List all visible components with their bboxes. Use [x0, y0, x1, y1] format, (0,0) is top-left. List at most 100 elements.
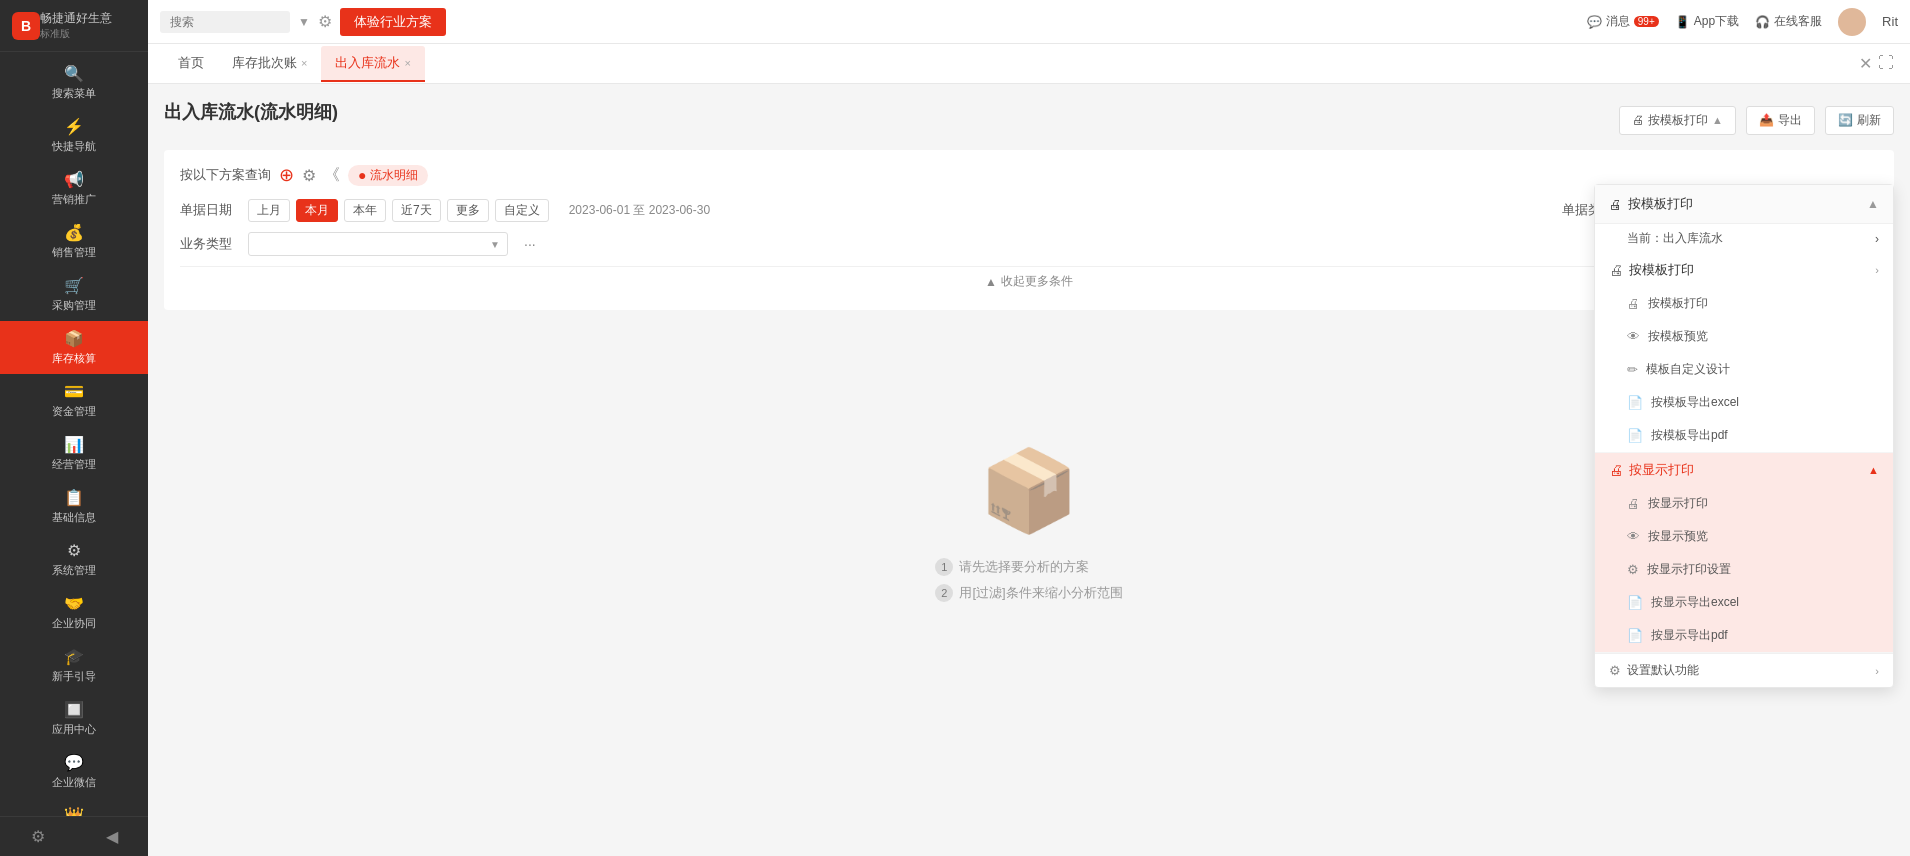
sidebar-item-inventory[interactable]: 📦库存核算 [0, 321, 148, 374]
dpi-icon: 🖨 [1627, 496, 1640, 511]
display-preview-item[interactable]: 👁 按显示预览 [1595, 520, 1893, 553]
tprev-icon: 👁 [1627, 329, 1640, 344]
biz-type-label: 业务类型 [180, 235, 232, 253]
set-default-button[interactable]: ⚙ 设置默认功能 [1609, 662, 1699, 679]
current-label: 当前：出入库流水 [1627, 230, 1723, 247]
sidebar: B 畅捷通好生意 标准版 🔍搜索菜单⚡快捷导航📢营销推广💰销售管理🛒采购管理📦库… [0, 0, 148, 856]
sidebar-item-operations[interactable]: 📊经营管理 [0, 427, 148, 480]
sidebar-item-purchase[interactable]: 🛒采购管理 [0, 268, 148, 321]
template-print-item[interactable]: 🖨 按模板打印 [1595, 287, 1893, 320]
template-preview-item[interactable]: 👁 按模板预览 [1595, 320, 1893, 353]
tab-flow[interactable]: 出入库流水 × [321, 46, 424, 82]
tpi-label: 按模板打印 [1648, 295, 1708, 312]
filter-header: 按以下方案查询 ⊕ ⚙ 《 ● 流水明细 [180, 164, 1878, 186]
dset-label: 按显示打印设置 [1647, 561, 1731, 578]
sidebar-item-basic[interactable]: 📋基础信息 [0, 480, 148, 533]
dropdown-header-arrow[interactable]: ▲ [1867, 197, 1879, 211]
app-download-label: App下载 [1694, 13, 1739, 30]
template-export-pdf-item[interactable]: 📄 按模板导出pdf [1595, 419, 1893, 452]
dprev-label: 按显示预览 [1648, 528, 1708, 545]
sidebar-label-collab: 企业协同 [52, 616, 96, 631]
tab-close-batch[interactable]: × [301, 57, 307, 69]
topbar: ▼ ⚙ 体验行业方案 💬 消息 99+ 📱 App下载 🎧 在线客服 Rit [148, 0, 1910, 44]
wechat-icon: 💬 [64, 753, 84, 772]
customer-service-button[interactable]: 🎧 在线客服 [1755, 13, 1822, 30]
settings-icon[interactable]: ⚙ [318, 12, 332, 31]
sidebar-item-quicknav[interactable]: ⚡快捷导航 [0, 109, 148, 162]
sidebar-item-collab[interactable]: 🤝企业协同 [0, 586, 148, 639]
date-btn-this_year[interactable]: 本年 [344, 199, 386, 222]
sidebar-item-guide[interactable]: 🎓新手引导 [0, 639, 148, 692]
display-print-item[interactable]: 🖨 按显示打印 [1595, 487, 1893, 520]
date-btn-last_month[interactable]: 上月 [248, 199, 290, 222]
set-default-icon: ⚙ [1609, 663, 1621, 678]
print-icon: 🖨 [1632, 113, 1644, 127]
sidebar-item-member[interactable]: 👑畅会员 [0, 798, 148, 816]
print-arrow-icon: ▲ [1712, 114, 1723, 126]
biz-type-select[interactable] [248, 232, 508, 256]
customer-service-icon: 🎧 [1755, 15, 1770, 29]
filter-collapse-icon[interactable]: 《 [324, 165, 340, 186]
sidebar-label-basic: 基础信息 [52, 510, 96, 525]
sidebar-item-system[interactable]: ⚙系统管理 [0, 533, 148, 586]
sidebar-item-marketing[interactable]: 📢营销推广 [0, 162, 148, 215]
search-dropdown-icon[interactable]: ▼ [298, 15, 310, 29]
sidebar-collapse-icon[interactable]: ◀ [106, 827, 118, 846]
marketing-icon: 📢 [64, 170, 84, 189]
set-default-label: 设置默认功能 [1627, 662, 1699, 679]
sidebar-settings-icon[interactable]: ⚙ [31, 827, 45, 846]
trial-button[interactable]: 体验行业方案 [340, 8, 446, 36]
sidebar-item-wechat[interactable]: 💬企业微信 [0, 745, 148, 798]
refresh-button[interactable]: 🔄 刷新 [1825, 106, 1894, 135]
dropdown-title: 🖨 按模板打印 [1609, 195, 1693, 213]
display-print-settings-item[interactable]: ⚙ 按显示打印设置 [1595, 553, 1893, 586]
sidebar-item-appcenter[interactable]: 🔲应用中心 [0, 692, 148, 745]
biz-type-more-icon[interactable]: ··· [524, 236, 536, 252]
app-download-button[interactable]: 📱 App下载 [1675, 13, 1739, 30]
tabs-bar: 首页库存批次账 ×出入库流水 × ✕ ⛶ [148, 44, 1910, 84]
customer-service-label: 在线客服 [1774, 13, 1822, 30]
sidebar-label-search: 搜索菜单 [52, 86, 96, 101]
user-avatar[interactable] [1838, 8, 1866, 36]
tab-home[interactable]: 首页 [164, 46, 218, 82]
sidebar-item-finance[interactable]: 💳资金管理 [0, 374, 148, 427]
dropdown-header: 🖨 按模板打印 ▲ [1595, 185, 1893, 224]
close-all-tabs-icon[interactable]: ✕ [1859, 54, 1872, 73]
dexcel-label: 按显示导出excel [1651, 594, 1739, 611]
messages-button[interactable]: 💬 消息 99+ [1587, 13, 1659, 30]
sidebar-item-search[interactable]: 🔍搜索菜单 [0, 56, 148, 109]
template-print-section-header[interactable]: 🖨 按模板打印 › [1595, 253, 1893, 287]
user-name[interactable]: Rit [1882, 14, 1898, 29]
template-custom-item[interactable]: ✏ 模板自定义设计 [1595, 353, 1893, 386]
template-export-excel-item[interactable]: 📄 按模板导出excel [1595, 386, 1893, 419]
filter-settings-icon[interactable]: ⚙ [302, 166, 316, 185]
date-btn-last7[interactable]: 近7天 [392, 199, 441, 222]
export-button[interactable]: 📤 导出 [1746, 106, 1815, 135]
search-input[interactable] [160, 11, 290, 33]
template-print-section: 🖨 按模板打印 › 🖨 按模板打印 👁 按模板预览 ✏ 模板自定义设计 [1595, 253, 1893, 453]
dropdown-current-item[interactable]: 当前：出入库流水 › [1595, 224, 1893, 253]
texcel-icon: 📄 [1627, 395, 1643, 410]
inventory-icon: 📦 [64, 329, 84, 348]
display-export-excel-item[interactable]: 📄 按显示导出excel [1595, 586, 1893, 619]
sidebar-label-purchase: 采购管理 [52, 298, 96, 313]
tab-batch[interactable]: 库存批次账 × [218, 46, 321, 82]
dexcel-icon: 📄 [1627, 595, 1643, 610]
display-print-section-header[interactable]: 🖨 按显示打印 ▲ [1595, 453, 1893, 487]
date-btn-custom[interactable]: 自定义 [495, 199, 549, 222]
tcust-label: 模板自定义设计 [1646, 361, 1730, 378]
app-download-icon: 📱 [1675, 15, 1690, 29]
sidebar-item-sales[interactable]: 💰销售管理 [0, 215, 148, 268]
display-export-pdf-item[interactable]: 📄 按显示导出pdf [1595, 619, 1893, 652]
date-btn-this_month[interactable]: 本月 [296, 199, 338, 222]
print-dropdown-button[interactable]: 🖨 按模板打印 ▲ [1619, 106, 1736, 135]
dropdown-title-text: 按模板打印 [1628, 195, 1693, 213]
date-btn-more[interactable]: 更多 [447, 199, 489, 222]
expand-tabs-icon[interactable]: ⛶ [1878, 54, 1894, 73]
dpdf-label: 按显示导出pdf [1651, 627, 1728, 644]
messages-label: 消息 [1606, 13, 1630, 30]
tab-close-flow[interactable]: × [404, 57, 410, 69]
filter-add-button[interactable]: ⊕ [279, 164, 294, 186]
sidebar-logo-text: 畅捷通好生意 标准版 [40, 10, 112, 41]
filter-chip[interactable]: ● 流水明细 [348, 165, 428, 186]
